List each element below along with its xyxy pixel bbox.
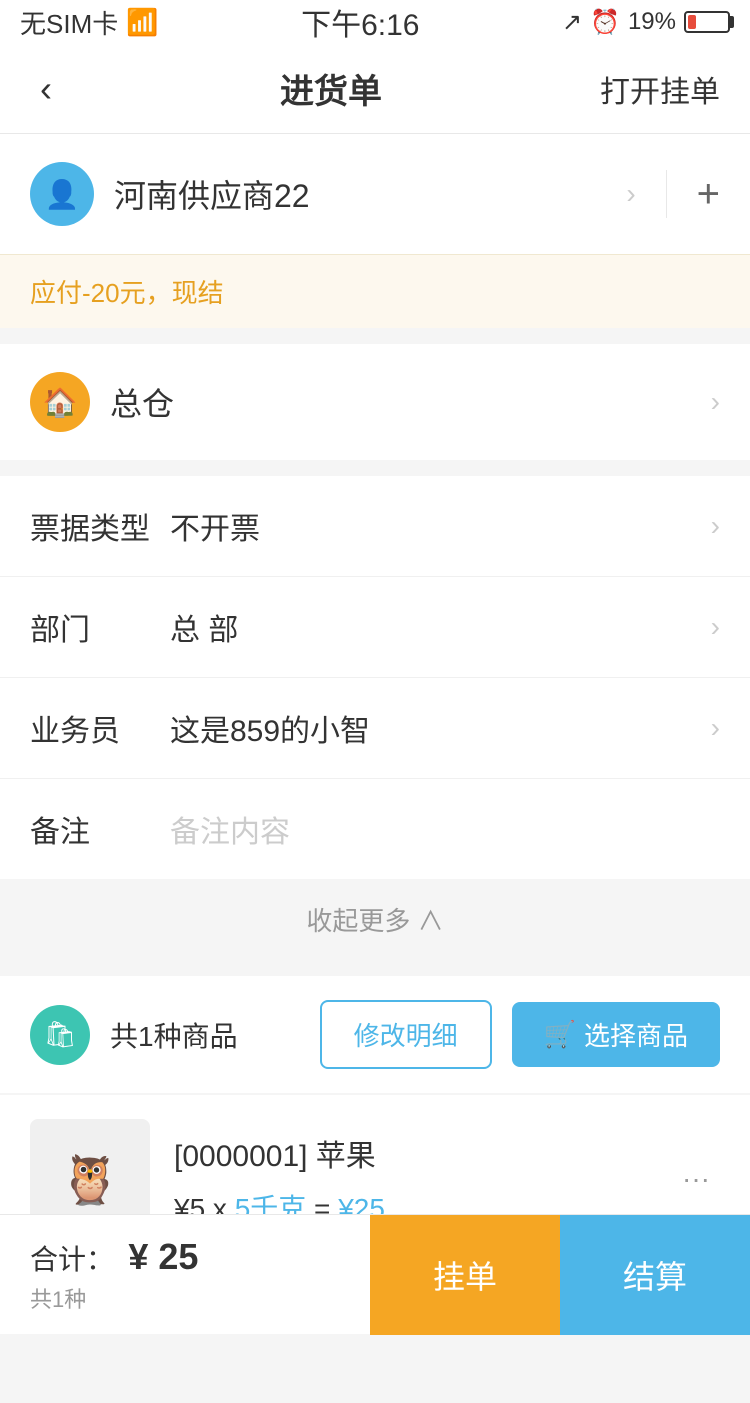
collapse-button[interactable]: 收起更多 ∧ xyxy=(306,901,443,938)
warehouse-row[interactable]: 🏠 总仓 › xyxy=(0,344,750,460)
invoice-arrow-icon: › xyxy=(711,510,720,542)
product-title: 苹果 xyxy=(316,1140,376,1173)
alarm-icon: ⏰ xyxy=(590,8,620,37)
product-more-button[interactable]: ··· xyxy=(672,1153,720,1205)
home-icon: 🏠 xyxy=(43,386,78,419)
staff-row[interactable]: 业务员 这是859的小智 › xyxy=(0,678,750,779)
status-time: 下午6:16 xyxy=(301,0,419,44)
cart-icon: 🛒 xyxy=(544,1019,576,1050)
status-left: 无SIM卡 📶 xyxy=(20,4,159,41)
total-label: 合计： xyxy=(30,1244,114,1275)
supplier-card: 👤 河南供应商22 › + 应付-20元，现结 xyxy=(0,134,750,328)
supplier-row[interactable]: 👤 河南供应商22 › + xyxy=(0,134,750,254)
supplier-arrow-icon: › xyxy=(626,178,635,210)
warehouse-arrow-icon: › xyxy=(711,386,720,418)
edit-detail-button[interactable]: 修改明细 xyxy=(320,1000,492,1069)
collapse-row[interactable]: 收起更多 ∧ xyxy=(0,879,750,960)
status-right: ↗ ⏰ 19% xyxy=(562,8,730,37)
remark-input[interactable]: 备注内容 xyxy=(150,807,720,851)
invoice-type-value: 不开票 xyxy=(150,504,711,548)
wifi-icon: 📶 xyxy=(126,7,158,38)
product-icon: 🛍 xyxy=(30,1005,90,1065)
owl-icon: 🦉 xyxy=(60,1151,120,1208)
supplier-avatar: 👤 xyxy=(30,162,94,226)
invoice-type-row[interactable]: 票据类型 不开票 › xyxy=(0,476,750,577)
staff-arrow-icon: › xyxy=(711,712,720,744)
main-content: 👤 河南供应商22 › + 应付-20元，现结 🏠 总仓 › 票据类型 不开票 … xyxy=(0,134,750,1403)
avatar-icon: 👤 xyxy=(45,178,80,211)
product-count: 共1种商品 xyxy=(110,1015,300,1055)
product-name: [0000001] 苹果 xyxy=(174,1131,648,1175)
remark-row[interactable]: 备注 备注内容 xyxy=(0,779,750,879)
warehouse-icon: 🏠 xyxy=(30,372,90,432)
location-icon: ↗ xyxy=(562,8,582,37)
signal-text: 无SIM卡 xyxy=(20,4,118,41)
bottom-bar: 合计： ¥ 25 共1种 挂单 结算 xyxy=(0,1214,750,1334)
page-title: 进货单 xyxy=(280,64,382,113)
total-amount: ¥ 25 xyxy=(128,1236,198,1277)
department-arrow-icon: › xyxy=(711,611,720,643)
warehouse-card[interactable]: 🏠 总仓 › xyxy=(0,344,750,460)
form-card: 票据类型 不开票 › 部门 总 部 › 业务员 这是859的小智 › 备注 备注… xyxy=(0,476,750,879)
total-sub: 共1种 xyxy=(30,1282,340,1314)
warehouse-name: 总仓 xyxy=(110,379,711,425)
shopping-icon: 🛍 xyxy=(43,1019,76,1050)
checkout-button[interactable]: 结算 xyxy=(560,1215,750,1335)
supplier-name: 河南供应商22 xyxy=(114,171,626,217)
payment-notice: 应付-20元，现结 xyxy=(0,254,750,328)
back-button[interactable]: ‹ xyxy=(30,58,62,120)
battery-icon xyxy=(684,11,730,33)
divider xyxy=(666,170,667,218)
department-label: 部门 xyxy=(30,605,150,649)
remark-label: 备注 xyxy=(30,807,150,851)
product-header: 🛍 共1种商品 修改明细 🛒 选择商品 xyxy=(0,976,750,1093)
open-hang-button[interactable]: 打开挂单 xyxy=(600,67,720,111)
battery-percent: 19% xyxy=(628,8,676,36)
select-product-button[interactable]: 🛒 选择商品 xyxy=(512,1002,720,1067)
product-code: [0000001] xyxy=(174,1140,316,1173)
total-section: 合计： ¥ 25 共1种 xyxy=(0,1236,370,1314)
status-bar: 无SIM卡 📶 下午6:16 ↗ ⏰ 19% xyxy=(0,0,750,44)
department-value: 总 部 xyxy=(150,605,711,649)
invoice-type-label: 票据类型 xyxy=(30,504,150,548)
nav-bar: ‹ 进货单 打开挂单 xyxy=(0,44,750,134)
staff-label: 业务员 xyxy=(30,706,150,750)
add-button[interactable]: + xyxy=(697,172,720,217)
hang-button[interactable]: 挂单 xyxy=(370,1215,560,1335)
department-row[interactable]: 部门 总 部 › xyxy=(0,577,750,678)
staff-value: 这是859的小智 xyxy=(150,706,711,750)
product-info: [0000001] 苹果 ¥5 x 5千克 = ¥25 xyxy=(174,1131,648,1227)
